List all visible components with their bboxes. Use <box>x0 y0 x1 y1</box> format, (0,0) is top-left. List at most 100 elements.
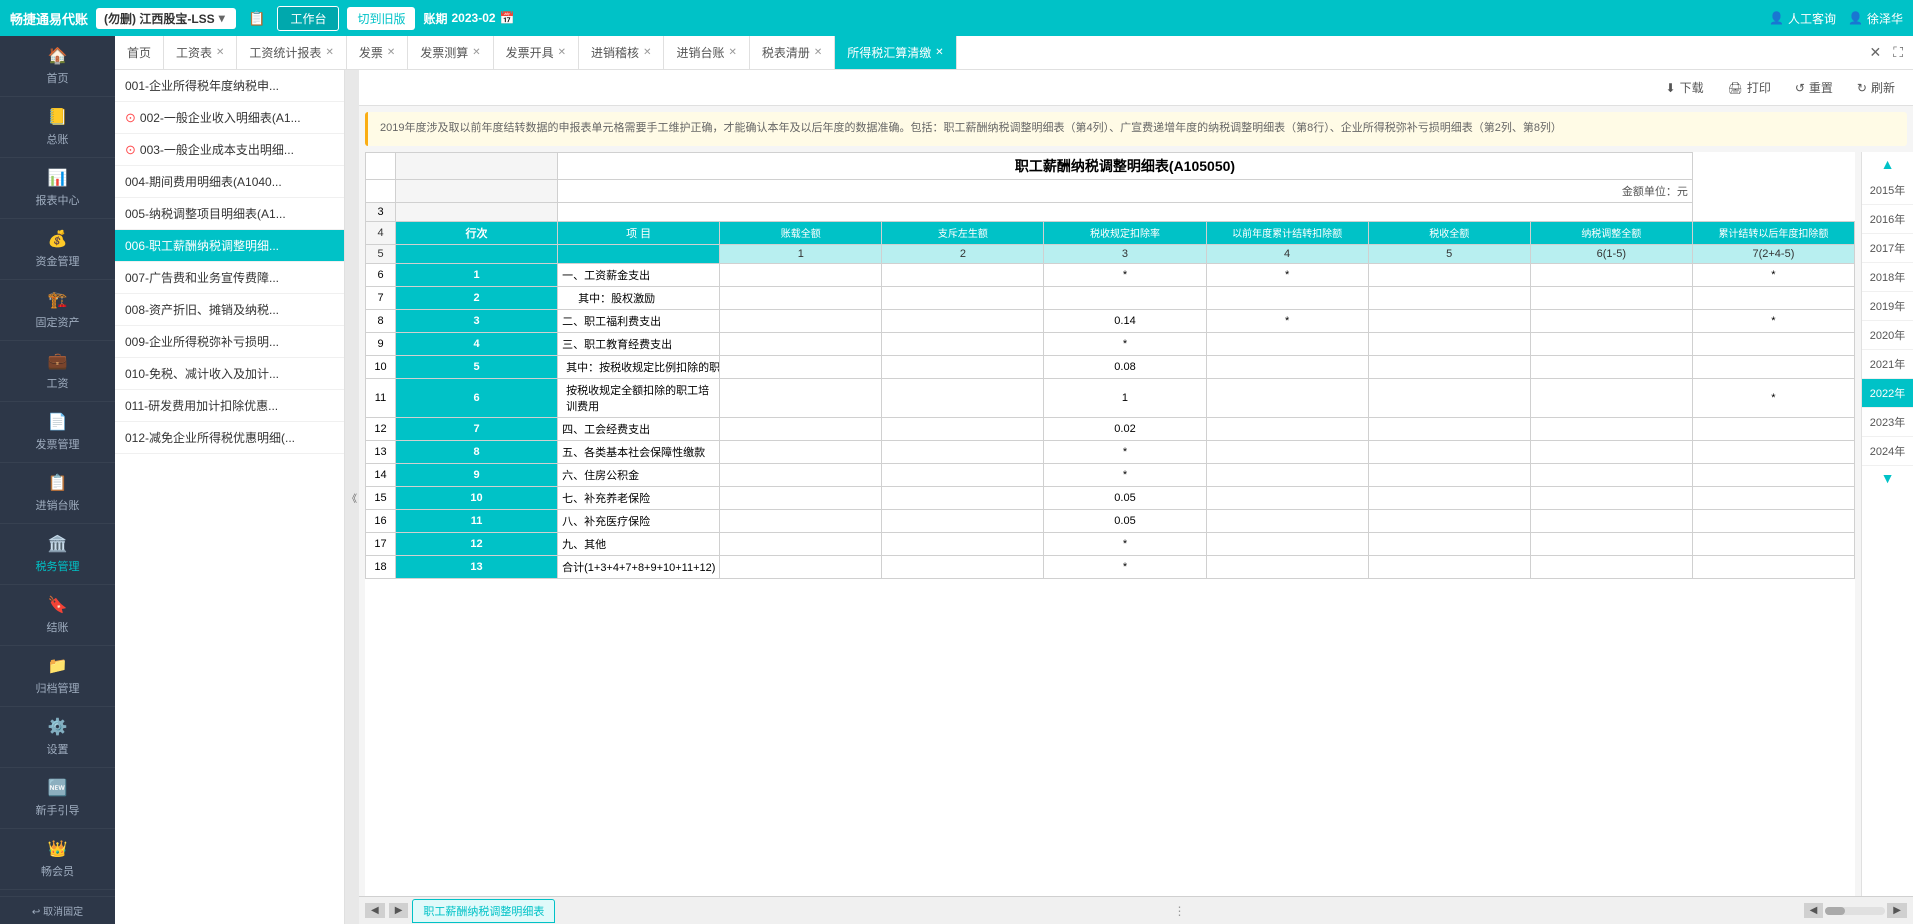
row-c-2[interactable] <box>720 286 882 309</box>
row-f-12[interactable] <box>1206 532 1368 555</box>
row-e-11[interactable]: 0.05 <box>1044 509 1206 532</box>
report-item-006[interactable]: 006-职工薪酬纳税调整明细... <box>115 230 344 262</box>
row-e-2[interactable] <box>1044 286 1206 309</box>
row-c-7[interactable] <box>720 417 882 440</box>
row-d-7[interactable] <box>882 417 1044 440</box>
row-f-4[interactable] <box>1206 332 1368 355</box>
row-label-5[interactable]: 其中：按税收规定比例扣除的职工教育经费 <box>558 355 720 378</box>
row-g-9[interactable] <box>1368 463 1530 486</box>
close-tab-payroll-stats[interactable]: ✕ <box>325 47 333 58</box>
row-label-11[interactable]: 八、补充医疗保险 <box>558 509 720 532</box>
year-2016[interactable]: 2016年 <box>1862 205 1913 234</box>
row-e-5[interactable]: 0.08 <box>1044 355 1206 378</box>
row-d-8[interactable] <box>882 440 1044 463</box>
row-g-6[interactable] <box>1368 378 1530 417</box>
refresh-button[interactable]: ↻ 刷新 <box>1851 76 1901 99</box>
row-h-13[interactable] <box>1530 555 1692 578</box>
row-d-9[interactable] <box>882 463 1044 486</box>
close-tab-tax-register[interactable]: ✕ <box>814 47 822 58</box>
row-label-10[interactable]: 七、补充养老保险 <box>558 486 720 509</box>
row-f-2[interactable] <box>1206 286 1368 309</box>
row-f-13[interactable] <box>1206 555 1368 578</box>
row-c-5[interactable] <box>720 355 882 378</box>
close-all-tabs-button[interactable]: ✕ <box>1865 42 1885 63</box>
row-h-4[interactable] <box>1530 332 1692 355</box>
year-2022[interactable]: 2022年 <box>1862 379 1913 408</box>
report-item-007[interactable]: 007-广告费和业务宣传费障... <box>115 262 344 294</box>
report-item-002[interactable]: ⊙ 002-一般企业收入明细表(A1... <box>115 102 344 134</box>
tab-invoice-calc[interactable]: 发票测算 ✕ <box>408 36 493 70</box>
row-h-2[interactable] <box>1530 286 1692 309</box>
row-g-13[interactable] <box>1368 555 1530 578</box>
year-2021[interactable]: 2021年 <box>1862 350 1913 379</box>
switch-button[interactable]: 切到旧版 <box>347 7 415 30</box>
row-g-7[interactable] <box>1368 417 1530 440</box>
row-c-10[interactable] <box>720 486 882 509</box>
year-2024[interactable]: 2024年 <box>1862 437 1913 466</box>
row-f-9[interactable] <box>1206 463 1368 486</box>
year-2023[interactable]: 2023年 <box>1862 408 1913 437</box>
sidebar-item-tax[interactable]: 🏛️ 税务管理 <box>0 524 115 585</box>
row-e-13[interactable]: * <box>1044 555 1206 578</box>
bottom-scrollbar[interactable] <box>1825 907 1885 915</box>
close-tab-invoice-issue[interactable]: ✕ <box>558 47 566 58</box>
tab-sales-ledger[interactable]: 进销台账 ✕ <box>664 36 749 70</box>
row-d-1[interactable] <box>882 263 1044 286</box>
row-c-12[interactable] <box>720 532 882 555</box>
tab-invoice[interactable]: 发票 ✕ <box>347 36 408 70</box>
row-h-12[interactable] <box>1530 532 1692 555</box>
row-e-8[interactable]: * <box>1044 440 1206 463</box>
row-label-6[interactable]: 按税收规定全额扣除的职工培训费用 <box>558 378 720 417</box>
sidebar-item-home[interactable]: 🏠 首页 <box>0 36 115 97</box>
row-e-12[interactable]: * <box>1044 532 1206 555</box>
scroll-left-button[interactable]: ◀ <box>365 903 385 918</box>
row-i-13[interactable] <box>1692 555 1854 578</box>
row-e-4[interactable]: * <box>1044 332 1206 355</box>
row-h-7[interactable] <box>1530 417 1692 440</box>
row-h-11[interactable] <box>1530 509 1692 532</box>
row-label-8[interactable]: 五、各类基本社会保障性缴款 <box>558 440 720 463</box>
row-i-12[interactable] <box>1692 532 1854 555</box>
row-i-9[interactable] <box>1692 463 1854 486</box>
support[interactable]: 👤 人工客询 <box>1769 10 1836 27</box>
maximize-button[interactable]: ⛶ <box>1889 42 1907 63</box>
row-d-11[interactable] <box>882 509 1044 532</box>
bottom-scroll-right[interactable]: ▶ <box>1887 903 1907 918</box>
download-button[interactable]: ⬇ 下载 <box>1660 76 1710 99</box>
year-2019[interactable]: 2019年 <box>1862 292 1913 321</box>
report-item-008[interactable]: 008-资产折旧、摊销及纳税... <box>115 294 344 326</box>
report-item-004[interactable]: 004-期间费用明细表(A1040... <box>115 166 344 198</box>
row-g-10[interactable] <box>1368 486 1530 509</box>
row-i-10[interactable] <box>1692 486 1854 509</box>
spreadsheet-container[interactable]: 职工薪酬纳税调整明细表(A105050) 金额单位：元 3 <box>365 152 1855 896</box>
row-i-1[interactable]: * <box>1692 263 1854 286</box>
report-item-010[interactable]: 010-免税、减计收入及加计... <box>115 358 344 390</box>
tab-invoice-issue[interactable]: 发票开具 ✕ <box>494 36 579 70</box>
year-2017[interactable]: 2017年 <box>1862 234 1913 263</box>
bottom-tab-payroll-detail[interactable]: 职工薪酬纳税调整明细表 <box>412 899 555 923</box>
row-h-3[interactable] <box>1530 309 1692 332</box>
report-item-005[interactable]: 005-纳税调整项目明细表(A1... <box>115 198 344 230</box>
user-info[interactable]: 👤 徐泽华 <box>1848 10 1903 27</box>
row-c-6[interactable] <box>720 378 882 417</box>
company-selector[interactable]: (勿删) 江西股宝-LSS ▾ <box>96 8 236 29</box>
bottom-bar-more-icon[interactable]: ⋮ <box>1174 904 1186 918</box>
bottom-scroll-left[interactable]: ◀ <box>1804 903 1824 918</box>
row-f-8[interactable] <box>1206 440 1368 463</box>
row-label-4[interactable]: 三、职工教育经费支出 <box>558 332 720 355</box>
row-h-8[interactable] <box>1530 440 1692 463</box>
sidebar-item-member[interactable]: 👑 畅会员 <box>0 829 115 890</box>
sidebar-item-close[interactable]: 🔖 结账 <box>0 585 115 646</box>
row-d-3[interactable] <box>882 309 1044 332</box>
row-h-1[interactable] <box>1530 263 1692 286</box>
unpin-button[interactable]: ↩ 取消固定 <box>0 896 115 924</box>
year-2020[interactable]: 2020年 <box>1862 321 1913 350</box>
row-i-3[interactable]: * <box>1692 309 1854 332</box>
row-e-1[interactable]: * <box>1044 263 1206 286</box>
row-g-5[interactable] <box>1368 355 1530 378</box>
year-nav-up-button[interactable]: ▲ <box>1862 152 1913 176</box>
row-label-12[interactable]: 九、其他 <box>558 532 720 555</box>
sidebar-item-assets[interactable]: 🏗️ 固定资产 <box>0 280 115 341</box>
row-c-3[interactable] <box>720 309 882 332</box>
row-d-4[interactable] <box>882 332 1044 355</box>
